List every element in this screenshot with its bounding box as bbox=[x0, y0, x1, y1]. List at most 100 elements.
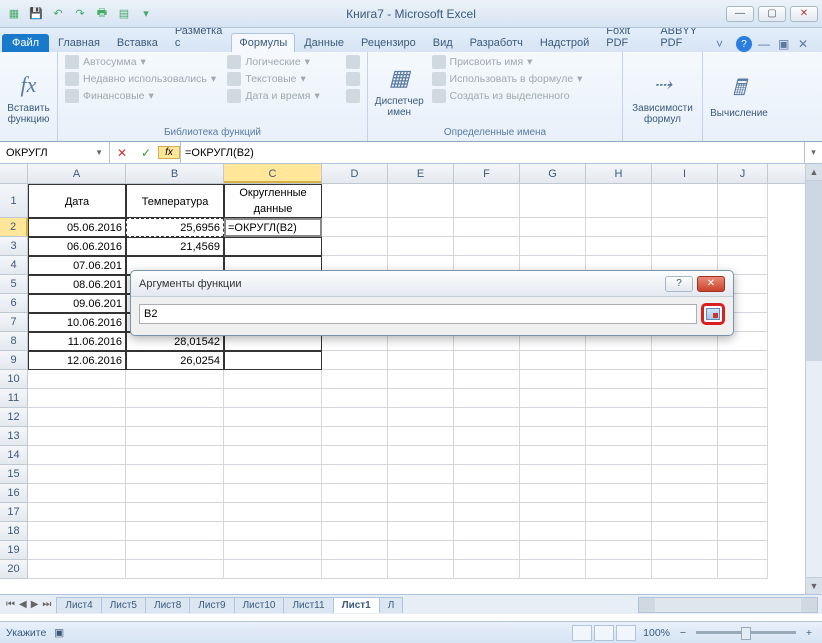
cell[interactable] bbox=[652, 237, 718, 256]
cell[interactable] bbox=[126, 541, 224, 560]
cell[interactable] bbox=[520, 351, 586, 370]
cell[interactable]: 09.06.201 bbox=[28, 294, 126, 313]
maximize-button[interactable]: ▢ bbox=[758, 6, 786, 22]
cell[interactable] bbox=[388, 218, 454, 237]
cell[interactable] bbox=[126, 465, 224, 484]
cell[interactable] bbox=[224, 446, 322, 465]
cell[interactable] bbox=[520, 484, 586, 503]
cell[interactable] bbox=[126, 427, 224, 446]
col-header-C[interactable]: C bbox=[224, 164, 322, 183]
cell[interactable] bbox=[652, 484, 718, 503]
cell[interactable]: 07.06.201 bbox=[28, 256, 126, 275]
sheet-tab[interactable]: Лист9 bbox=[189, 597, 234, 613]
cell[interactable] bbox=[28, 408, 126, 427]
cell[interactable] bbox=[652, 370, 718, 389]
sheet-nav-first-icon[interactable]: ⏮ bbox=[6, 599, 15, 610]
cell[interactable] bbox=[520, 465, 586, 484]
col-header-A[interactable]: A bbox=[28, 164, 126, 183]
cell[interactable] bbox=[454, 484, 520, 503]
cell[interactable] bbox=[322, 484, 388, 503]
sheet-nav-next-icon[interactable]: ▶ bbox=[31, 599, 39, 610]
cell[interactable] bbox=[126, 503, 224, 522]
sheet-tab[interactable]: Лист8 bbox=[145, 597, 190, 613]
row-header[interactable]: 1 bbox=[0, 184, 28, 218]
cell[interactable] bbox=[586, 465, 652, 484]
dialog-titlebar[interactable]: Аргументы функции ? ✕ bbox=[131, 271, 733, 297]
row-header[interactable]: 6 bbox=[0, 294, 28, 313]
select-all-corner[interactable] bbox=[0, 164, 28, 183]
cell[interactable] bbox=[718, 560, 768, 579]
cell[interactable] bbox=[718, 389, 768, 408]
cell[interactable] bbox=[454, 427, 520, 446]
zoom-in-button[interactable]: + bbox=[802, 627, 816, 639]
col-header-D[interactable]: D bbox=[322, 164, 388, 183]
row-header[interactable]: 16 bbox=[0, 484, 28, 503]
cell[interactable] bbox=[520, 408, 586, 427]
recent-button[interactable]: Недавно использовались ▾ bbox=[62, 71, 222, 87]
cell[interactable] bbox=[28, 522, 126, 541]
horizontal-scrollbar[interactable] bbox=[638, 597, 818, 613]
cell[interactable] bbox=[586, 522, 652, 541]
cell[interactable] bbox=[652, 389, 718, 408]
cell[interactable] bbox=[322, 237, 388, 256]
insert-function-button[interactable]: fx Вставить функцию bbox=[4, 54, 53, 139]
cell[interactable] bbox=[652, 465, 718, 484]
cell[interactable] bbox=[718, 484, 768, 503]
cell[interactable] bbox=[126, 370, 224, 389]
cell[interactable] bbox=[520, 218, 586, 237]
cell[interactable] bbox=[586, 484, 652, 503]
cell[interactable] bbox=[388, 522, 454, 541]
cell[interactable] bbox=[454, 408, 520, 427]
cell[interactable]: 11.06.2016 bbox=[28, 332, 126, 351]
cell[interactable] bbox=[652, 522, 718, 541]
logical-button[interactable]: Логические ▾ bbox=[224, 54, 341, 70]
cell[interactable] bbox=[718, 446, 768, 465]
cell[interactable] bbox=[520, 237, 586, 256]
cell[interactable] bbox=[322, 408, 388, 427]
cell[interactable] bbox=[224, 408, 322, 427]
cell[interactable] bbox=[388, 484, 454, 503]
scroll-down-icon[interactable]: ▼ bbox=[806, 577, 822, 594]
cell[interactable] bbox=[224, 237, 322, 256]
use-in-formula-button[interactable]: Использовать в формуле ▾ bbox=[429, 71, 618, 87]
cell[interactable] bbox=[454, 465, 520, 484]
cell[interactable] bbox=[454, 522, 520, 541]
tab-home[interactable]: Главная bbox=[50, 33, 108, 52]
normal-view-button[interactable] bbox=[572, 625, 592, 641]
scroll-thumb[interactable] bbox=[806, 181, 822, 361]
cell[interactable] bbox=[224, 465, 322, 484]
more-button[interactable] bbox=[343, 88, 363, 104]
cell[interactable] bbox=[224, 484, 322, 503]
cell[interactable] bbox=[126, 522, 224, 541]
row-header[interactable]: 2 bbox=[0, 218, 28, 237]
cell[interactable] bbox=[718, 351, 768, 370]
tab-formulas[interactable]: Формулы bbox=[231, 33, 295, 52]
row-header[interactable]: 19 bbox=[0, 541, 28, 560]
cell[interactable]: 10.06.2016 bbox=[28, 313, 126, 332]
row-header[interactable]: 3 bbox=[0, 237, 28, 256]
cell[interactable] bbox=[718, 503, 768, 522]
undo-icon[interactable]: ↶ bbox=[48, 4, 68, 24]
cell[interactable] bbox=[388, 351, 454, 370]
cell[interactable] bbox=[388, 184, 454, 218]
fx-button[interactable]: fx bbox=[158, 146, 180, 159]
name-manager-button[interactable]: ▦ Диспетчер имен bbox=[372, 54, 427, 126]
cell[interactable]: Округленные данные bbox=[224, 184, 322, 218]
cell[interactable]: =ОКРУГЛ(B2) bbox=[224, 218, 322, 237]
cell[interactable] bbox=[322, 389, 388, 408]
row-header[interactable]: 13 bbox=[0, 427, 28, 446]
cell[interactable] bbox=[454, 237, 520, 256]
cell[interactable] bbox=[586, 408, 652, 427]
cell[interactable] bbox=[224, 560, 322, 579]
col-header-I[interactable]: I bbox=[652, 164, 718, 183]
cell[interactable] bbox=[388, 370, 454, 389]
workbook-restore-icon[interactable]: ▣ bbox=[778, 37, 792, 51]
dialog-expand-button[interactable] bbox=[701, 303, 725, 325]
cell[interactable] bbox=[586, 560, 652, 579]
tab-view[interactable]: Вид bbox=[425, 33, 461, 52]
save-icon[interactable]: 💾 bbox=[26, 4, 46, 24]
qat-print-icon[interactable]: 🖶 bbox=[92, 4, 112, 24]
sheet-tab[interactable]: Лист1 bbox=[333, 597, 380, 613]
col-header-F[interactable]: F bbox=[454, 164, 520, 183]
cell[interactable] bbox=[28, 484, 126, 503]
